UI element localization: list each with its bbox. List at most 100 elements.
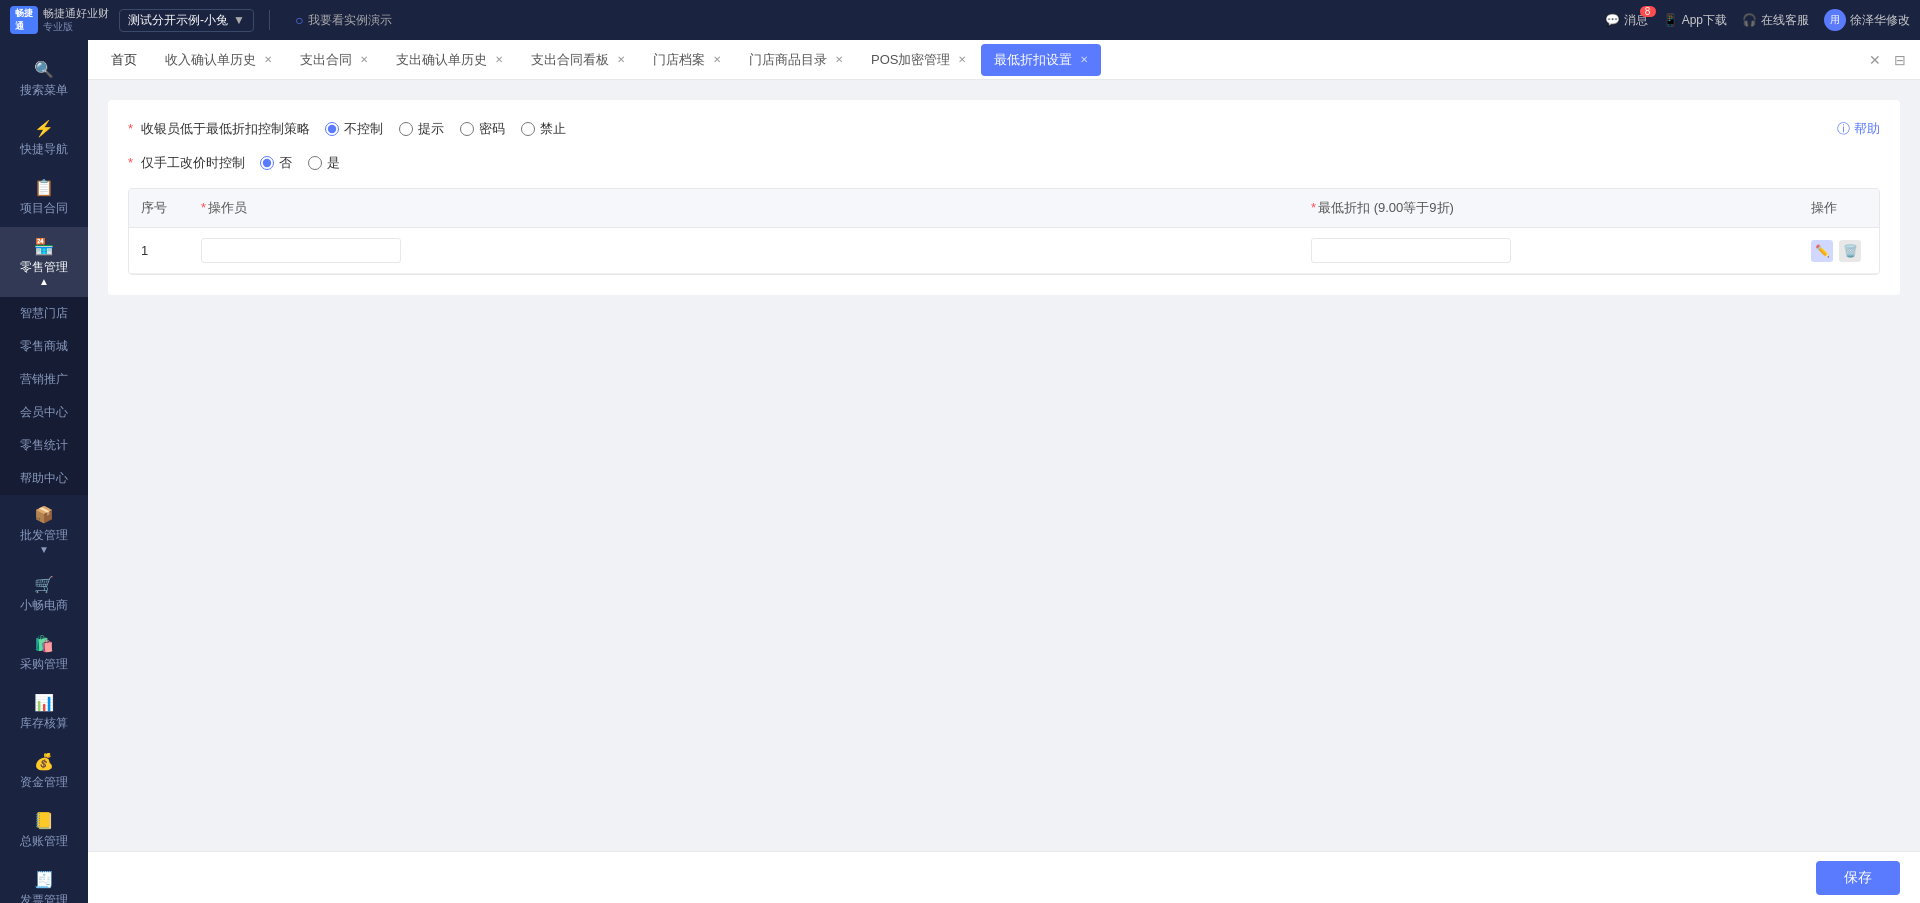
manual-price-options: 否 是 [260, 154, 340, 172]
col-header-operator: *操作员 [189, 189, 1299, 228]
option-password[interactable]: 密码 [460, 120, 505, 138]
tab-store-goods[interactable]: 门店商品目录 ✕ [736, 44, 856, 76]
tab-close-payment-contract[interactable]: ✕ [360, 54, 368, 65]
topbar-right: 💬 消息 8 📱 App下载 🎧 在线客服 用 徐泽华修改 [1605, 9, 1910, 31]
invoice-icon: 🧾 [34, 870, 54, 889]
option-remind[interactable]: 提示 [399, 120, 444, 138]
circle-icon: ○ [295, 12, 303, 28]
user-menu-button[interactable]: 用 徐泽华修改 [1824, 9, 1910, 31]
sidebar-item-retail-mall[interactable]: 零售商城 [0, 330, 88, 363]
sidebar-item-retail[interactable]: 🏪 零售管理 ▲ [0, 227, 88, 297]
project-icon: 📋 [34, 178, 54, 197]
manual-price-row: * 仅手工改价时控制 否 是 [128, 154, 1880, 172]
discount-table-container: 序号 *操作员 *最低折扣 (9.00等于9折) 操作 [128, 188, 1880, 275]
sidebar-item-marketing[interactable]: 营销推广 [0, 363, 88, 396]
retail-icon: 🏪 [34, 237, 54, 256]
avatar-icon: 用 [1824, 9, 1846, 31]
col-header-seq: 序号 [129, 189, 189, 228]
discount-table: 序号 *操作员 *最低折扣 (9.00等于9折) 操作 [129, 189, 1879, 274]
tab-payment-contract[interactable]: 支出合同 ✕ [287, 44, 381, 76]
edit-row-button[interactable]: ✏️ [1811, 240, 1833, 262]
manual-option-no[interactable]: 否 [260, 154, 292, 172]
service-icon: 🎧 [1742, 13, 1757, 27]
discount-input[interactable] [1311, 238, 1511, 263]
table-header-row: 序号 *操作员 *最低折扣 (9.00等于9折) 操作 [129, 189, 1879, 228]
tab-income-history[interactable]: 收入确认单历史 ✕ [152, 44, 285, 76]
discount-strategy-options: 不控制 提示 密码 禁 [325, 120, 566, 138]
sidebar-item-retail-stat[interactable]: 零售统计 [0, 429, 88, 462]
tab-pos-password[interactable]: POS加密管理 ✕ [858, 44, 979, 76]
operator-input[interactable] [201, 238, 401, 263]
tab-close-pos-password[interactable]: ✕ [958, 54, 966, 65]
option-no-control[interactable]: 不控制 [325, 120, 383, 138]
page-content: ⓘ 帮助 * 收银员低于最低折扣控制策略 不控制 [88, 80, 1920, 851]
sidebar-item-ecommerce[interactable]: 🛒 小畅电商 [0, 565, 88, 624]
discount-strategy-row: * 收银员低于最低折扣控制策略 不控制 提示 [128, 120, 1880, 138]
tab-close-payment-confirm[interactable]: ✕ [495, 54, 503, 65]
tabbar-actions: ✕ ⊟ [1865, 48, 1910, 72]
option-forbidden[interactable]: 禁止 [521, 120, 566, 138]
tab-close-income-history[interactable]: ✕ [264, 54, 272, 65]
cell-operator [189, 228, 1299, 274]
cell-discount [1299, 228, 1799, 274]
save-button[interactable]: 保存 [1816, 861, 1900, 895]
sidebar-item-ledger[interactable]: 📒 总账管理 [0, 801, 88, 860]
content-area: 首页 收入确认单历史 ✕ 支出合同 ✕ 支出确认单历史 ✕ 支出合同看板 ✕ 门… [88, 40, 1920, 903]
sidebar-item-help[interactable]: 帮助中心 [0, 462, 88, 495]
sidebar-item-wholesale[interactable]: 📦 批发管理 ▼ [0, 495, 88, 565]
sidebar-item-smart-store[interactable]: 智慧门店 [0, 297, 88, 330]
tab-menu-button[interactable]: ⊟ [1890, 48, 1910, 72]
online-service-button[interactable]: 🎧 在线客服 [1742, 12, 1809, 29]
save-bar: 保存 [88, 851, 1920, 903]
logo-text: 畅捷通好业财 专业版 [43, 7, 109, 32]
sidebar-item-finance[interactable]: 💰 资金管理 [0, 742, 88, 801]
tab-close-min-discount[interactable]: ✕ [1080, 54, 1088, 65]
sidebar-item-invoice[interactable]: 🧾 发票管理 [0, 860, 88, 903]
col-header-action: 操作 [1799, 189, 1879, 228]
search-icon: 🔍 [34, 60, 54, 79]
tab-close-store-goods[interactable]: ✕ [835, 54, 843, 65]
app-logo: 畅捷通 畅捷通好业财 专业版 [10, 6, 109, 34]
demo-link[interactable]: ○ 我要看实例演示 [295, 12, 392, 29]
sidebar-item-search[interactable]: 🔍 搜索菜单 [0, 50, 88, 109]
sidebar-item-purchase[interactable]: 🛍️ 采购管理 [0, 624, 88, 683]
message-icon: 💬 [1605, 13, 1620, 27]
help-link[interactable]: ⓘ 帮助 [1837, 120, 1880, 138]
download-icon: 📱 [1663, 13, 1678, 27]
sidebar: 🔍 搜索菜单 ⚡ 快捷导航 📋 项目合同 🏪 零售管理 ▲ 智慧门店 零售商城 … [0, 40, 88, 903]
ecommerce-icon: 🛒 [34, 575, 54, 594]
expand-icon: ▲ [39, 276, 49, 287]
finance-icon: 💰 [34, 752, 54, 771]
message-button[interactable]: 💬 消息 8 [1605, 12, 1648, 29]
message-badge: 8 [1640, 6, 1656, 17]
ledger-icon: 📒 [34, 811, 54, 830]
delete-row-button[interactable]: 🗑️ [1839, 240, 1861, 262]
tab-payment-confirm[interactable]: 支出确认单历史 ✕ [383, 44, 516, 76]
tab-close-store-file[interactable]: ✕ [713, 54, 721, 65]
tab-home[interactable]: 首页 [98, 44, 150, 76]
sidebar-item-member[interactable]: 会员中心 [0, 396, 88, 429]
sidebar-item-inventory[interactable]: 📊 库存核算 [0, 683, 88, 742]
project-selector[interactable]: 测试分开示例-小兔 ▼ [119, 9, 254, 32]
retail-submenu: 智慧门店 零售商城 营销推广 会员中心 零售统计 帮助中心 [0, 297, 88, 495]
sidebar-item-shortcut[interactable]: ⚡ 快捷导航 [0, 109, 88, 168]
inventory-icon: 📊 [34, 693, 54, 712]
tab-store-file[interactable]: 门店档案 ✕ [640, 44, 734, 76]
wholesale-icon: 📦 [34, 505, 54, 524]
manual-option-yes[interactable]: 是 [308, 154, 340, 172]
tab-close-all-button[interactable]: ✕ [1865, 48, 1885, 72]
tab-close-payment-board[interactable]: ✕ [617, 54, 625, 65]
table-row: 1 ✏️ 🗑️ [129, 228, 1879, 274]
settings-card: ⓘ 帮助 * 收银员低于最低折扣控制策略 不控制 [108, 100, 1900, 295]
collapse-icon: ▼ [39, 544, 49, 555]
cell-action: ✏️ 🗑️ [1799, 228, 1879, 274]
shortcut-icon: ⚡ [34, 119, 54, 138]
divider [269, 10, 270, 30]
cell-seq: 1 [129, 228, 189, 274]
manual-price-label: * 仅手工改价时控制 [128, 154, 245, 172]
sidebar-item-project[interactable]: 📋 项目合同 [0, 168, 88, 227]
help-icon: ⓘ [1837, 121, 1850, 136]
tab-min-discount[interactable]: 最低折扣设置 ✕ [981, 44, 1101, 76]
tab-payment-board[interactable]: 支出合同看板 ✕ [518, 44, 638, 76]
app-download-button[interactable]: 📱 App下载 [1663, 12, 1727, 29]
